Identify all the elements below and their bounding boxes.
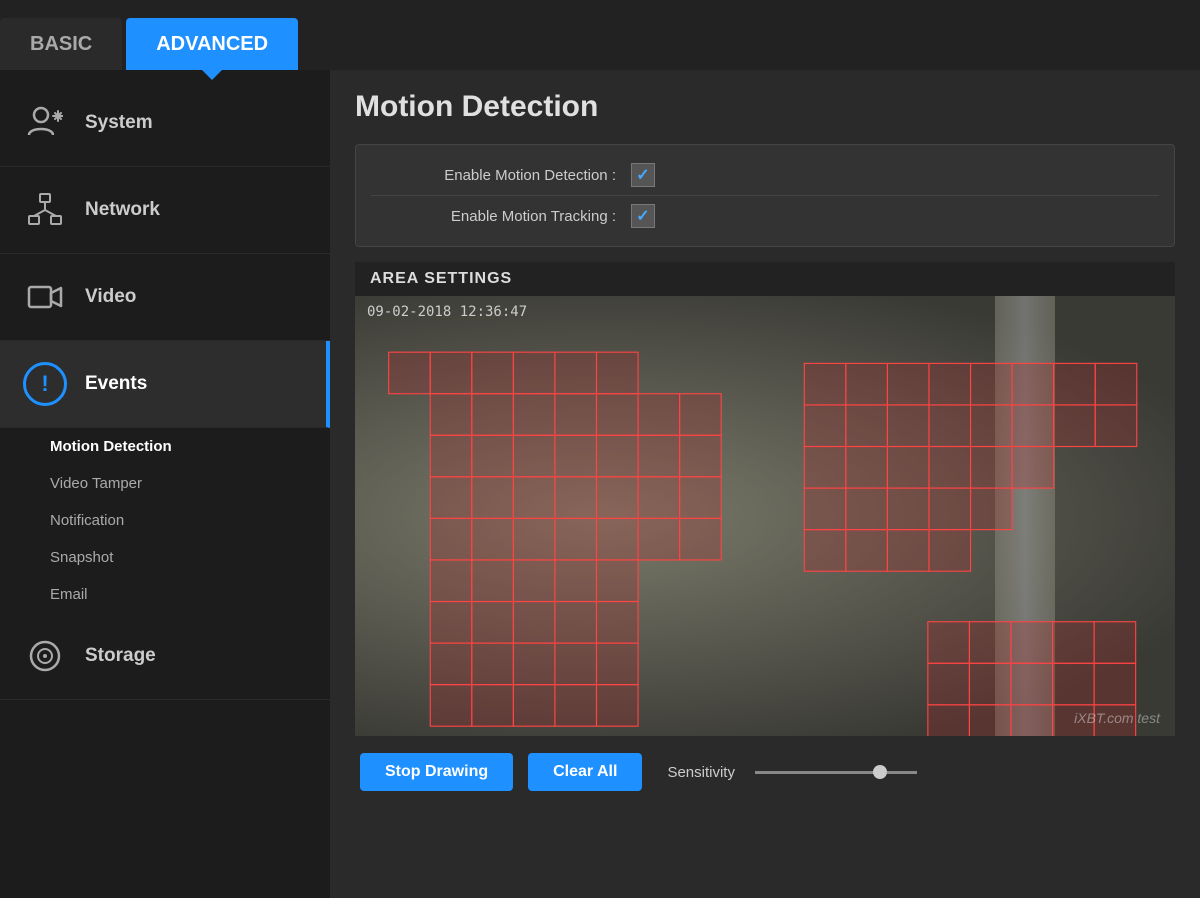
sensitivity-label: Sensitivity	[667, 764, 735, 781]
slider-thumb[interactable]	[873, 765, 887, 779]
content-area: Motion Detection Enable Motion Detection…	[330, 70, 1200, 898]
sensitivity-slider[interactable]	[750, 765, 917, 779]
sidebar: System Network	[0, 70, 330, 898]
sidebar-system-label: System	[85, 112, 153, 134]
sidebar-item-storage[interactable]: Storage	[0, 613, 330, 700]
bottom-controls: Stop Drawing Clear All Sensitivity	[355, 741, 1175, 803]
events-icon: !	[20, 359, 70, 409]
sidebar-events-label: Events	[85, 373, 147, 395]
sidebar-item-system[interactable]: System	[0, 80, 330, 167]
sidebar-item-events[interactable]: ! Events	[0, 341, 330, 428]
main-layout: System Network	[0, 70, 1200, 898]
motion-detection-row: Enable Motion Detection :	[371, 155, 1159, 196]
sub-item-motion-detection[interactable]: Motion Detection	[30, 428, 330, 465]
sub-item-email[interactable]: Email	[30, 576, 330, 613]
area-settings-container: AREA SETTINGS 09-02-2018 12:36:47 iXBT.c…	[355, 262, 1175, 736]
camera-view[interactable]: 09-02-2018 12:36:47 iXBT.com test	[355, 296, 1175, 736]
header-tabs: BASIC ADVANCED	[0, 0, 1200, 70]
sub-item-notification[interactable]: Notification	[30, 502, 330, 539]
sub-item-snapshot[interactable]: Snapshot	[30, 539, 330, 576]
sub-items-list: Motion Detection Video Tamper Notificati…	[0, 428, 330, 613]
enable-motion-tracking-checkbox[interactable]	[631, 204, 655, 228]
tab-advanced[interactable]: ADVANCED	[126, 18, 298, 70]
sidebar-item-video[interactable]: Video	[0, 254, 330, 341]
video-icon	[20, 272, 70, 322]
enable-motion-detection-checkbox[interactable]	[631, 163, 655, 187]
storage-icon	[20, 631, 70, 681]
settings-panel: Enable Motion Detection : Enable Motion …	[355, 144, 1175, 247]
stop-drawing-button[interactable]: Stop Drawing	[360, 753, 513, 791]
sidebar-video-label: Video	[85, 286, 136, 308]
sidebar-item-network[interactable]: Network	[0, 167, 330, 254]
watermark: iXBT.com test	[1074, 710, 1160, 726]
network-icon	[20, 185, 70, 235]
clear-all-button[interactable]: Clear All	[528, 753, 642, 791]
enable-motion-tracking-label: Enable Motion Tracking :	[376, 208, 616, 225]
slider-track-line	[755, 771, 875, 774]
tab-basic[interactable]: BASIC	[0, 18, 122, 70]
sub-item-video-tamper[interactable]: Video Tamper	[30, 465, 330, 502]
sidebar-network-label: Network	[85, 199, 160, 221]
motion-tracking-row: Enable Motion Tracking :	[371, 196, 1159, 236]
page-title: Motion Detection	[355, 90, 1175, 124]
sidebar-storage-label: Storage	[85, 645, 156, 667]
enable-motion-detection-label: Enable Motion Detection :	[376, 167, 616, 184]
grid-overlay	[355, 296, 1175, 736]
timestamp: 09-02-2018 12:36:47	[367, 304, 527, 320]
system-icon	[20, 98, 70, 148]
area-settings-header: AREA SETTINGS	[355, 262, 1175, 296]
